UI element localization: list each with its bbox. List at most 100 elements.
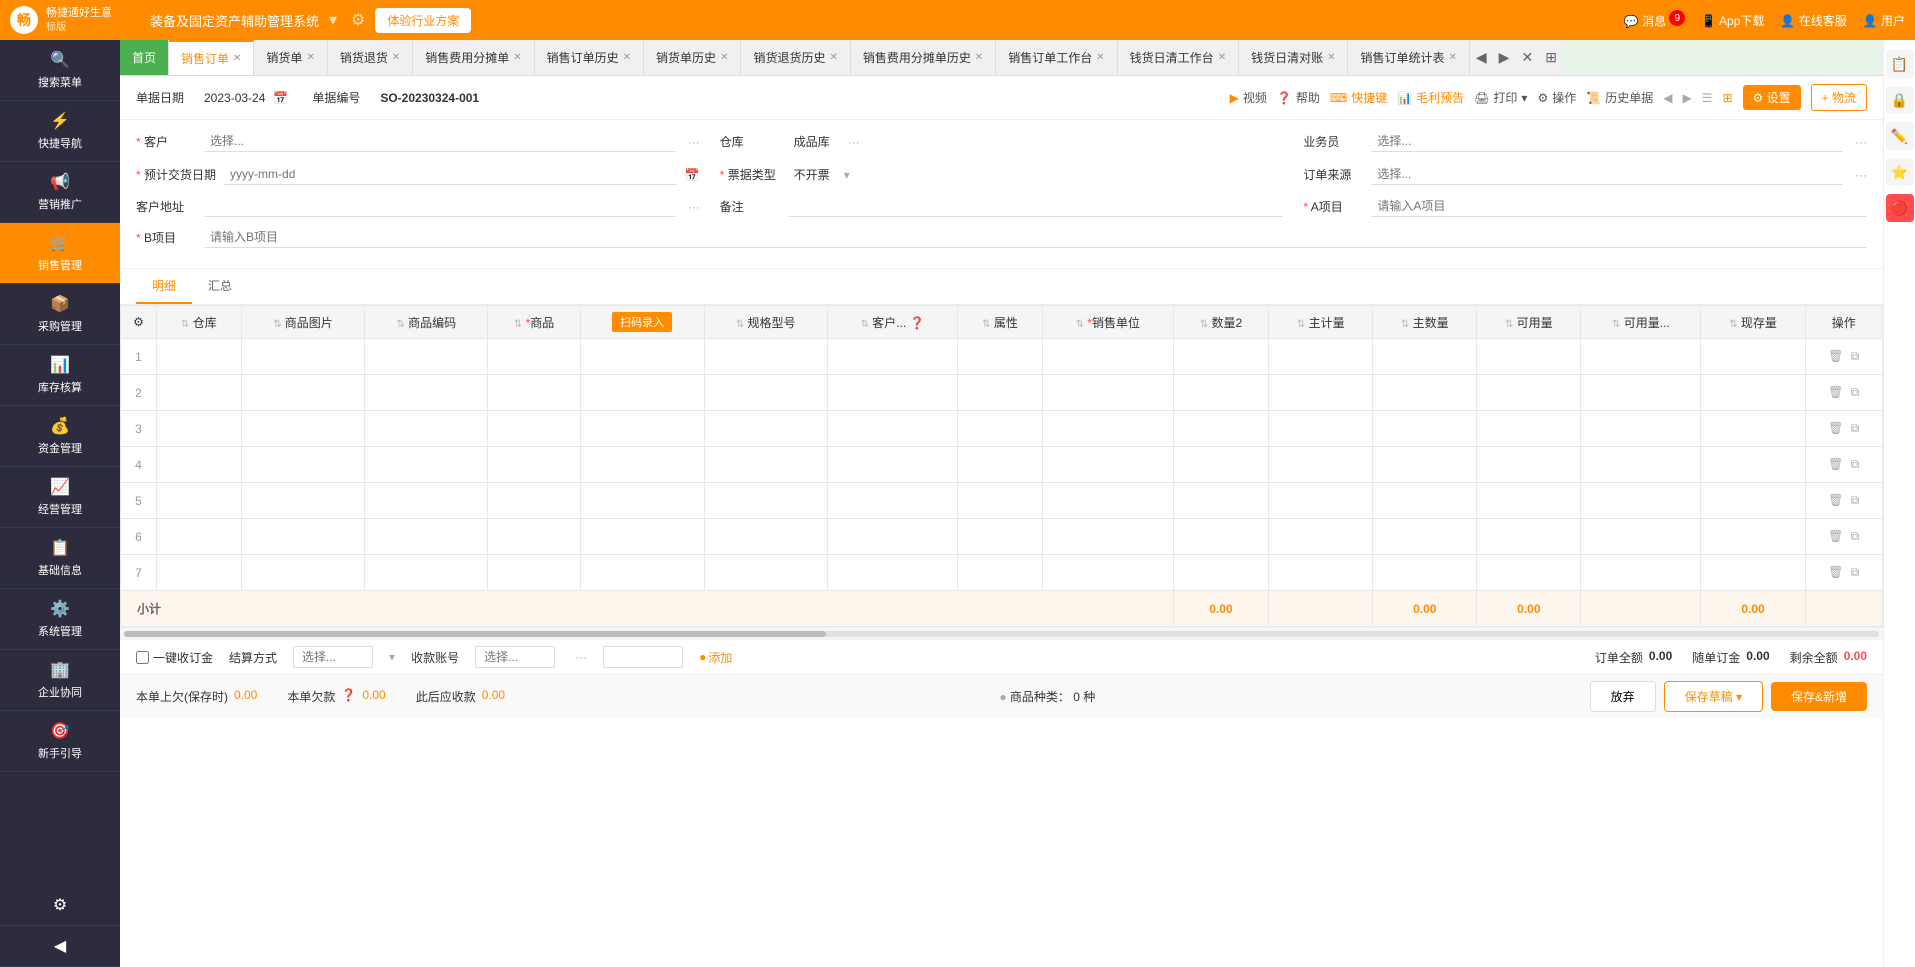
row-available2-5[interactable] — [1581, 483, 1701, 519]
row-available2-4[interactable] — [1581, 447, 1701, 483]
delivery-calendar-icon[interactable]: 📅 — [685, 168, 700, 182]
tab-close-sales-order[interactable]: ✕ — [233, 53, 241, 64]
row-attribute-6[interactable] — [958, 519, 1043, 555]
row-main-unit-3[interactable] — [1269, 411, 1373, 447]
right-icon-edit[interactable]: ✏️ — [1886, 122, 1914, 150]
order-source-more-btn[interactable]: ··· — [1855, 168, 1867, 182]
row-copy-btn-6[interactable]: ⧉ — [1851, 529, 1860, 543]
tab-order-workbench[interactable]: 销售订单工作台 ✕ — [996, 40, 1117, 76]
warehouse-more-btn[interactable]: ··· — [848, 135, 860, 149]
row-delete-btn-6[interactable]: 🗑 — [1828, 529, 1843, 543]
row-attribute-4[interactable] — [958, 447, 1043, 483]
row-product-image-1[interactable] — [241, 339, 364, 375]
row-available2-6[interactable] — [1581, 519, 1701, 555]
row-product-code-3[interactable] — [365, 411, 488, 447]
sidebar-item-marketing[interactable]: 📢 营销推广 — [0, 162, 120, 223]
row-product-3[interactable] — [488, 411, 580, 447]
row-main-unit-7[interactable] — [1269, 555, 1373, 591]
row-available2-3[interactable] — [1581, 411, 1701, 447]
add-payment-btn[interactable]: ● 添加 — [699, 649, 732, 666]
order-source-input[interactable] — [1371, 164, 1843, 185]
row-available-6[interactable] — [1477, 519, 1581, 555]
tab-refund-history[interactable]: 销货退货历史 ✕ — [741, 40, 850, 76]
row-customer-ref-3[interactable] — [827, 411, 957, 447]
tab-close-return-history[interactable]: ✕ — [720, 52, 728, 63]
account-more-btn[interactable]: ··· — [575, 650, 587, 664]
row-product-code-4[interactable] — [365, 447, 488, 483]
tab-cash-reconcile[interactable]: 钱货日清对账 ✕ — [1239, 40, 1348, 76]
table-tab-detail[interactable]: 明细 — [136, 269, 192, 304]
payment-method-chevron[interactable]: ▾ — [389, 650, 395, 664]
sidebar-collapse-btn[interactable]: ◀ — [0, 926, 120, 967]
col-setting-icon[interactable]: ⚙ — [133, 315, 144, 329]
row-main-qty-5[interactable] — [1373, 483, 1477, 519]
list-view-btn[interactable]: ☰ — [1702, 91, 1713, 105]
row-attribute-5[interactable] — [958, 483, 1043, 519]
row-product-image-6[interactable] — [241, 519, 364, 555]
row-warehouse-7[interactable] — [157, 555, 242, 591]
row-delete-btn-5[interactable]: 🗑 — [1828, 493, 1843, 507]
row-delete-btn-7[interactable]: 🗑 — [1828, 565, 1843, 579]
row-available-1[interactable] — [1477, 339, 1581, 375]
row-product-6[interactable] — [488, 519, 580, 555]
row-product-image-3[interactable] — [241, 411, 364, 447]
user-btn[interactable]: 👤 用户 — [1863, 12, 1905, 29]
row-warehouse-1[interactable] — [157, 339, 242, 375]
row-main-qty-6[interactable] — [1373, 519, 1477, 555]
scrollbar-thumb[interactable] — [124, 631, 826, 637]
row-product-image-2[interactable] — [241, 375, 364, 411]
row-main-qty-1[interactable] — [1373, 339, 1477, 375]
row-current-stock-4[interactable] — [1701, 447, 1805, 483]
row-main-unit-4[interactable] — [1269, 447, 1373, 483]
row-warehouse-3[interactable] — [157, 411, 242, 447]
row-product-code-7[interactable] — [365, 555, 488, 591]
next-record-btn[interactable]: ▶ — [1682, 91, 1691, 105]
row-attribute-3[interactable] — [958, 411, 1043, 447]
scan-btn[interactable]: 扫码录入 — [612, 312, 672, 332]
row-warehouse-2[interactable] — [157, 375, 242, 411]
tab-sales-refund[interactable]: 销货退货 ✕ — [328, 40, 413, 76]
chevron-down-icon[interactable]: ▾ — [329, 10, 337, 30]
row-available2-7[interactable] — [1581, 555, 1701, 591]
row-copy-btn-2[interactable]: ⧉ — [1851, 385, 1860, 399]
row-product-2[interactable] — [488, 375, 580, 411]
tab-sales-order[interactable]: 销售订单 ✕ — [169, 40, 254, 76]
a-project-input[interactable] — [1371, 196, 1867, 217]
row-spec-4[interactable] — [704, 447, 827, 483]
tab-close-order-workbench[interactable]: ✕ — [1096, 52, 1104, 63]
tab-close-fee-split[interactable]: ✕ — [513, 52, 521, 63]
row-available2-1[interactable] — [1581, 339, 1701, 375]
row-main-qty-2[interactable] — [1373, 375, 1477, 411]
row-current-stock-6[interactable] — [1701, 519, 1805, 555]
customer-input[interactable] — [204, 131, 676, 152]
tab-cash-workbench[interactable]: 钱货日清工作台 ✕ — [1118, 40, 1239, 76]
add-goods-button[interactable]: + 物流 — [1811, 84, 1867, 111]
row-delete-btn-1[interactable]: 🗑 — [1828, 349, 1843, 363]
row-customer-ref-5[interactable] — [827, 483, 957, 519]
row-qty2-1[interactable] — [1173, 339, 1268, 375]
row-spec-5[interactable] — [704, 483, 827, 519]
row-current-stock-1[interactable] — [1701, 339, 1805, 375]
tab-fee-split[interactable]: 销售费用分摊单 ✕ — [413, 40, 534, 76]
row-qty2-2[interactable] — [1173, 375, 1268, 411]
right-icon-lock[interactable]: 🔒 — [1886, 86, 1914, 114]
settings-icon[interactable]: ⚙ — [351, 10, 365, 30]
sidebar-settings-btn[interactable]: ⚙ — [0, 885, 120, 926]
sidebar-item-basic[interactable]: 📋 基础信息 — [0, 528, 120, 589]
grid-view-btn[interactable]: ⊞ — [1722, 91, 1732, 105]
online-support-btn[interactable]: 👤 在线客服 — [1780, 12, 1846, 29]
row-attribute-1[interactable] — [958, 339, 1043, 375]
row-sales-unit-7[interactable] — [1042, 555, 1173, 591]
horizontal-scrollbar[interactable] — [120, 627, 1883, 639]
row-customer-ref-1[interactable] — [827, 339, 957, 375]
row-sales-unit-2[interactable] — [1042, 375, 1173, 411]
row-copy-btn-7[interactable]: ⧉ — [1851, 565, 1860, 579]
tab-next-btn[interactable]: ▶ — [1493, 40, 1516, 76]
address-more-btn[interactable]: ··· — [688, 200, 700, 214]
single-date-value[interactable]: 2023-03-24 — [204, 91, 265, 105]
tab-order-history[interactable]: 销售订单历史 ✕ — [535, 40, 644, 76]
row-qty2-7[interactable] — [1173, 555, 1268, 591]
row-customer-ref-6[interactable] — [827, 519, 957, 555]
row-product-7[interactable] — [488, 555, 580, 591]
one-click-payment-label[interactable]: 一键收订金 — [136, 649, 213, 666]
